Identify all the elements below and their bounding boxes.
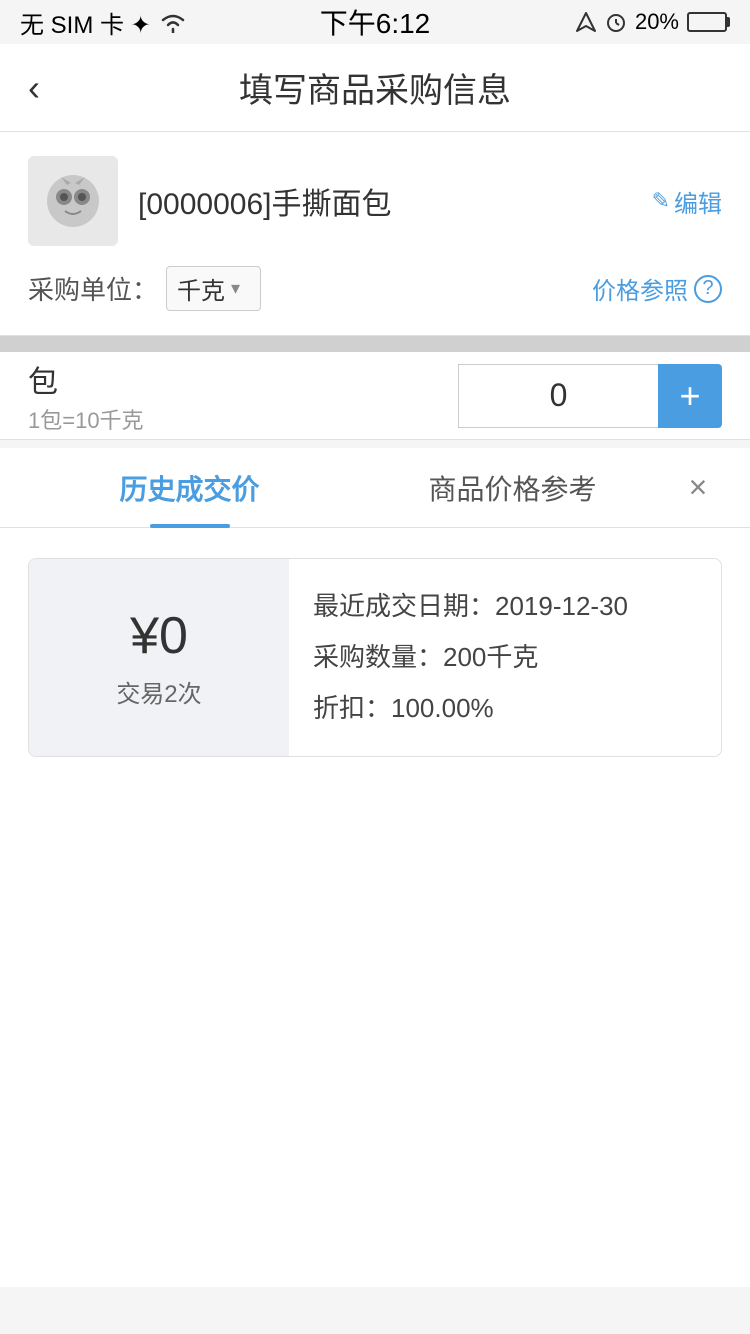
back-button[interactable]: ‹ bbox=[28, 67, 40, 109]
discount-row: 折扣：100.00% bbox=[313, 689, 697, 728]
product-image bbox=[43, 171, 103, 231]
section-divider bbox=[0, 336, 750, 352]
quantity-label-group: 包 1包=10千克 bbox=[28, 357, 144, 435]
product-name: [0000006]手撕面包 bbox=[138, 179, 391, 223]
quantity-row: 包 1包=10千克 0 + bbox=[0, 352, 750, 440]
price-amount: ¥0 bbox=[130, 606, 188, 666]
quantity-input[interactable]: 0 bbox=[458, 364, 658, 428]
history-price-card: ¥0 交易2次 最近成交日期：2019-12-30 采购数量：200千克 折扣：… bbox=[28, 558, 722, 757]
status-left: 无 SIM 卡 ✦ bbox=[20, 5, 187, 40]
tab-close-button[interactable]: × bbox=[674, 464, 722, 512]
price-ref-button[interactable]: 价格参照 ? bbox=[592, 271, 722, 306]
status-time: 下午6:12 bbox=[320, 2, 431, 42]
edit-icon: ✎ bbox=[652, 188, 670, 214]
product-header: [0000006]手撕面包 ✎ 编辑 bbox=[28, 156, 722, 246]
price-details: 最近成交日期：2019-12-30 采购数量：200千克 折扣：100.00% bbox=[289, 559, 721, 756]
edit-button[interactable]: ✎ 编辑 bbox=[652, 184, 722, 219]
tabs-header: 历史成交价 商品价格参考 × bbox=[0, 448, 750, 528]
dropdown-arrow-icon: ▾ bbox=[231, 278, 240, 299]
sim-label: 无 SIM 卡 ✦ bbox=[20, 5, 151, 40]
unit-select[interactable]: 千克 ▾ bbox=[166, 266, 261, 311]
status-right: 20% bbox=[575, 9, 730, 35]
product-thumbnail bbox=[28, 156, 118, 246]
wifi-icon bbox=[159, 11, 187, 33]
product-info: [0000006]手撕面包 ✎ 编辑 bbox=[138, 179, 722, 223]
page-title: 填写商品采购信息 bbox=[239, 63, 511, 112]
tab-product-price-ref[interactable]: 商品价格参考 bbox=[351, 448, 674, 528]
quantity-input-group: 0 + bbox=[458, 364, 722, 428]
product-unit-row: 采购单位： 千克 ▾ 价格参照 ? bbox=[28, 266, 722, 311]
tab-history-price[interactable]: 历史成交价 bbox=[28, 448, 351, 528]
purchase-qty-row: 采购数量：200千克 bbox=[313, 638, 697, 677]
status-bar: 无 SIM 卡 ✦ 下午6:12 20% bbox=[0, 0, 750, 44]
battery-percent: 20% bbox=[635, 9, 679, 35]
help-icon: ? bbox=[694, 275, 722, 303]
product-card: [0000006]手撕面包 ✎ 编辑 采购单位： 千克 ▾ 价格参照 ? bbox=[0, 132, 750, 336]
nav-bar: ‹ 填写商品采购信息 bbox=[0, 44, 750, 132]
tab-history-price-label: 历史成交价 bbox=[119, 468, 259, 508]
quantity-conversion-label: 1包=10千克 bbox=[28, 403, 144, 435]
tab-product-price-ref-label: 商品价格参考 bbox=[428, 468, 596, 508]
price-summary: ¥0 交易2次 bbox=[29, 559, 289, 756]
price-transactions: 交易2次 bbox=[116, 674, 201, 709]
alarm-icon bbox=[605, 11, 627, 33]
tabs-panel: 历史成交价 商品价格参考 × ¥0 交易2次 最近成交日期：2019-12-30 bbox=[0, 448, 750, 787]
quantity-plus-button[interactable]: + bbox=[658, 364, 722, 428]
recent-date-row: 最近成交日期：2019-12-30 bbox=[313, 587, 697, 626]
product-name-row: [0000006]手撕面包 ✎ 编辑 bbox=[138, 179, 722, 223]
quantity-unit-label: 包 bbox=[28, 357, 144, 401]
bottom-area bbox=[0, 787, 750, 1287]
tab-active-indicator bbox=[150, 524, 230, 528]
battery-icon bbox=[687, 12, 730, 32]
unit-label: 采购单位： 千克 ▾ bbox=[28, 266, 261, 311]
tab-content-history-price: ¥0 交易2次 最近成交日期：2019-12-30 采购数量：200千克 折扣：… bbox=[0, 528, 750, 787]
location-icon bbox=[575, 11, 597, 33]
